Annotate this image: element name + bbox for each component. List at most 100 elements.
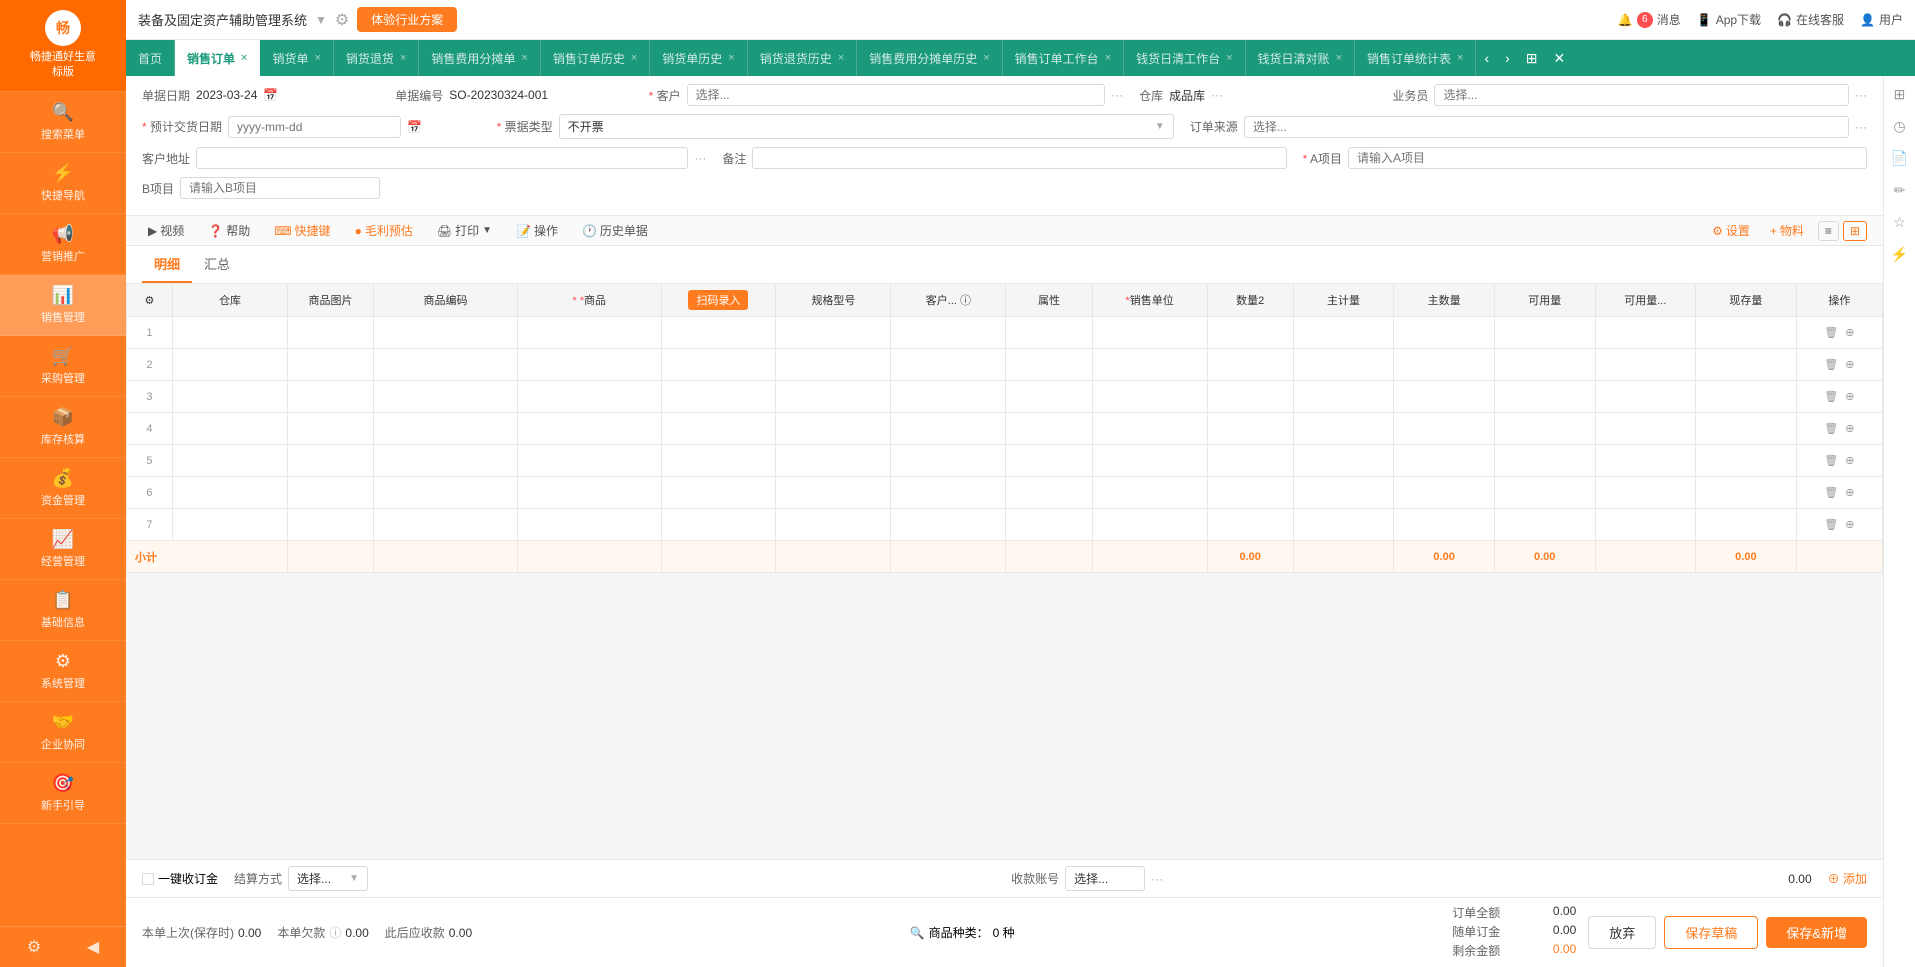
rp-btn-2[interactable]: ◷ (1886, 112, 1914, 140)
cell-qty2[interactable] (1207, 317, 1293, 349)
copy-icon[interactable]: ⊕ (1845, 455, 1854, 467)
cell-main-unit[interactable] (1293, 509, 1394, 541)
tab-close-3[interactable]: × (400, 52, 406, 64)
copy-icon[interactable]: ⊕ (1845, 487, 1854, 499)
cell-customer[interactable] (891, 349, 1006, 381)
invoice-type-select[interactable]: 不开票 ▼ (559, 114, 1174, 139)
rp-btn-3[interactable]: 📄 (1886, 144, 1914, 172)
cell-avail2[interactable] (1595, 381, 1696, 413)
cell-attr[interactable] (1006, 349, 1092, 381)
salesperson-dots[interactable]: ··· (1855, 88, 1867, 102)
cell-stock[interactable] (1696, 509, 1797, 541)
tab-close-5[interactable]: × (631, 52, 637, 64)
remark-input[interactable] (752, 147, 1286, 169)
order-source-input[interactable] (1244, 116, 1849, 138)
sidebar-item-3[interactable]: 📊销售管理 (0, 275, 126, 336)
tab-expand-btn[interactable]: ⊞ (1518, 40, 1546, 76)
cell-stock[interactable] (1696, 349, 1797, 381)
cell-main-qty[interactable] (1394, 349, 1495, 381)
cell-warehouse[interactable] (172, 477, 287, 509)
cell-img[interactable] (287, 477, 373, 509)
cell-ops[interactable]: 🗑 ⊕ (1796, 381, 1882, 413)
cell-img[interactable] (287, 445, 373, 477)
tab-close-8[interactable]: × (983, 52, 989, 64)
customer-input[interactable] (687, 84, 1106, 106)
one-click-check[interactable] (142, 873, 154, 885)
cell-warehouse[interactable] (172, 317, 287, 349)
cell-ops[interactable]: 🗑 ⊕ (1796, 445, 1882, 477)
delete-icon[interactable]: 🗑 (1824, 327, 1838, 339)
account-select[interactable]: 选择... (1065, 866, 1145, 891)
cell-spec[interactable] (776, 349, 891, 381)
delete-icon[interactable]: 🗑 (1824, 359, 1838, 371)
help-btn[interactable]: ❓ 帮助 (202, 220, 256, 241)
settings-gear-icon[interactable]: ⚙ (335, 10, 349, 30)
cell-avail2[interactable] (1595, 509, 1696, 541)
cell-product[interactable] (517, 509, 661, 541)
cell-avail2[interactable] (1595, 317, 1696, 349)
cell-avail[interactable] (1494, 317, 1595, 349)
sidebar-item-0[interactable]: 🔍搜索菜单 (0, 92, 126, 153)
save-draft-button[interactable]: 保存草稿 (1664, 916, 1758, 949)
cell-scan[interactable] (661, 413, 776, 445)
sidebar-item-5[interactable]: 📦库存核算 (0, 397, 126, 458)
cell-qty2[interactable] (1207, 349, 1293, 381)
delete-icon[interactable]: 🗑 (1824, 391, 1838, 403)
cell-ops[interactable]: 🗑 ⊕ (1796, 509, 1882, 541)
cell-product[interactable] (517, 477, 661, 509)
discard-button[interactable]: 放弃 (1588, 916, 1656, 949)
th-spec[interactable]: 规格型号 (776, 284, 891, 317)
cell-main-unit[interactable] (1293, 381, 1394, 413)
cell-code[interactable] (374, 381, 518, 413)
copy-icon[interactable]: ⊕ (1845, 391, 1854, 403)
cell-code[interactable] (374, 445, 518, 477)
sidebar-item-9[interactable]: ⚙系统管理 (0, 641, 126, 702)
cell-unit[interactable] (1092, 381, 1207, 413)
th-warehouse[interactable]: 仓库 (172, 284, 287, 317)
cell-warehouse[interactable] (172, 445, 287, 477)
th-unit[interactable]: *销售单位 (1092, 284, 1207, 317)
rp-btn-5[interactable]: ☆ (1886, 208, 1914, 236)
tab-item-9[interactable]: 销售订单工作台× (1003, 40, 1124, 76)
list-view-btn[interactable]: ≡ (1818, 221, 1839, 241)
th-avail2[interactable]: 可用量... (1595, 284, 1696, 317)
cell-main-unit[interactable] (1293, 477, 1394, 509)
cell-main-qty[interactable] (1394, 317, 1495, 349)
th-qty2[interactable]: 数量2 (1207, 284, 1293, 317)
tab-close-9[interactable]: × (1105, 52, 1111, 64)
delete-icon[interactable]: 🗑 (1824, 519, 1838, 531)
cell-avail[interactable] (1494, 509, 1595, 541)
operation-btn[interactable]: 📝 操作 (510, 220, 564, 241)
tab-close-7[interactable]: × (838, 52, 844, 64)
tab-item-6[interactable]: 销货单历史× (650, 40, 747, 76)
th-main-qty[interactable]: 主数量 (1394, 284, 1495, 317)
cell-attr[interactable] (1006, 477, 1092, 509)
cell-product[interactable] (517, 381, 661, 413)
print-btn[interactable]: 🖨 打印 ▼ (431, 220, 498, 241)
cell-unit[interactable] (1092, 509, 1207, 541)
detail-tab-1[interactable]: 汇总 (192, 246, 242, 283)
th-code[interactable]: 商品编码 (374, 284, 518, 317)
customer-dots[interactable]: ··· (1111, 88, 1123, 102)
tab-item-10[interactable]: 钱货日清工作台× (1124, 40, 1245, 76)
copy-icon[interactable]: ⊕ (1845, 423, 1854, 435)
cell-scan[interactable] (661, 477, 776, 509)
th-customer[interactable]: 客户... ⓘ (891, 284, 1006, 317)
cell-customer[interactable] (891, 477, 1006, 509)
cell-stock[interactable] (1696, 477, 1797, 509)
delete-icon[interactable]: 🗑 (1824, 423, 1838, 435)
tab-close-all-btn[interactable]: ✕ (1546, 40, 1574, 76)
tab-item-7[interactable]: 销货退货历史× (748, 40, 857, 76)
cell-code[interactable] (374, 413, 518, 445)
cell-qty2[interactable] (1207, 477, 1293, 509)
copy-icon[interactable]: ⊕ (1845, 359, 1854, 371)
cell-product[interactable] (517, 349, 661, 381)
cell-product[interactable] (517, 413, 661, 445)
cell-customer[interactable] (891, 317, 1006, 349)
tab-item-1[interactable]: 销售订单× (175, 40, 260, 76)
sidebar-item-7[interactable]: 📈经营管理 (0, 519, 126, 580)
cell-scan[interactable] (661, 349, 776, 381)
cell-spec[interactable] (776, 413, 891, 445)
cell-unit[interactable] (1092, 317, 1207, 349)
cell-attr[interactable] (1006, 317, 1092, 349)
